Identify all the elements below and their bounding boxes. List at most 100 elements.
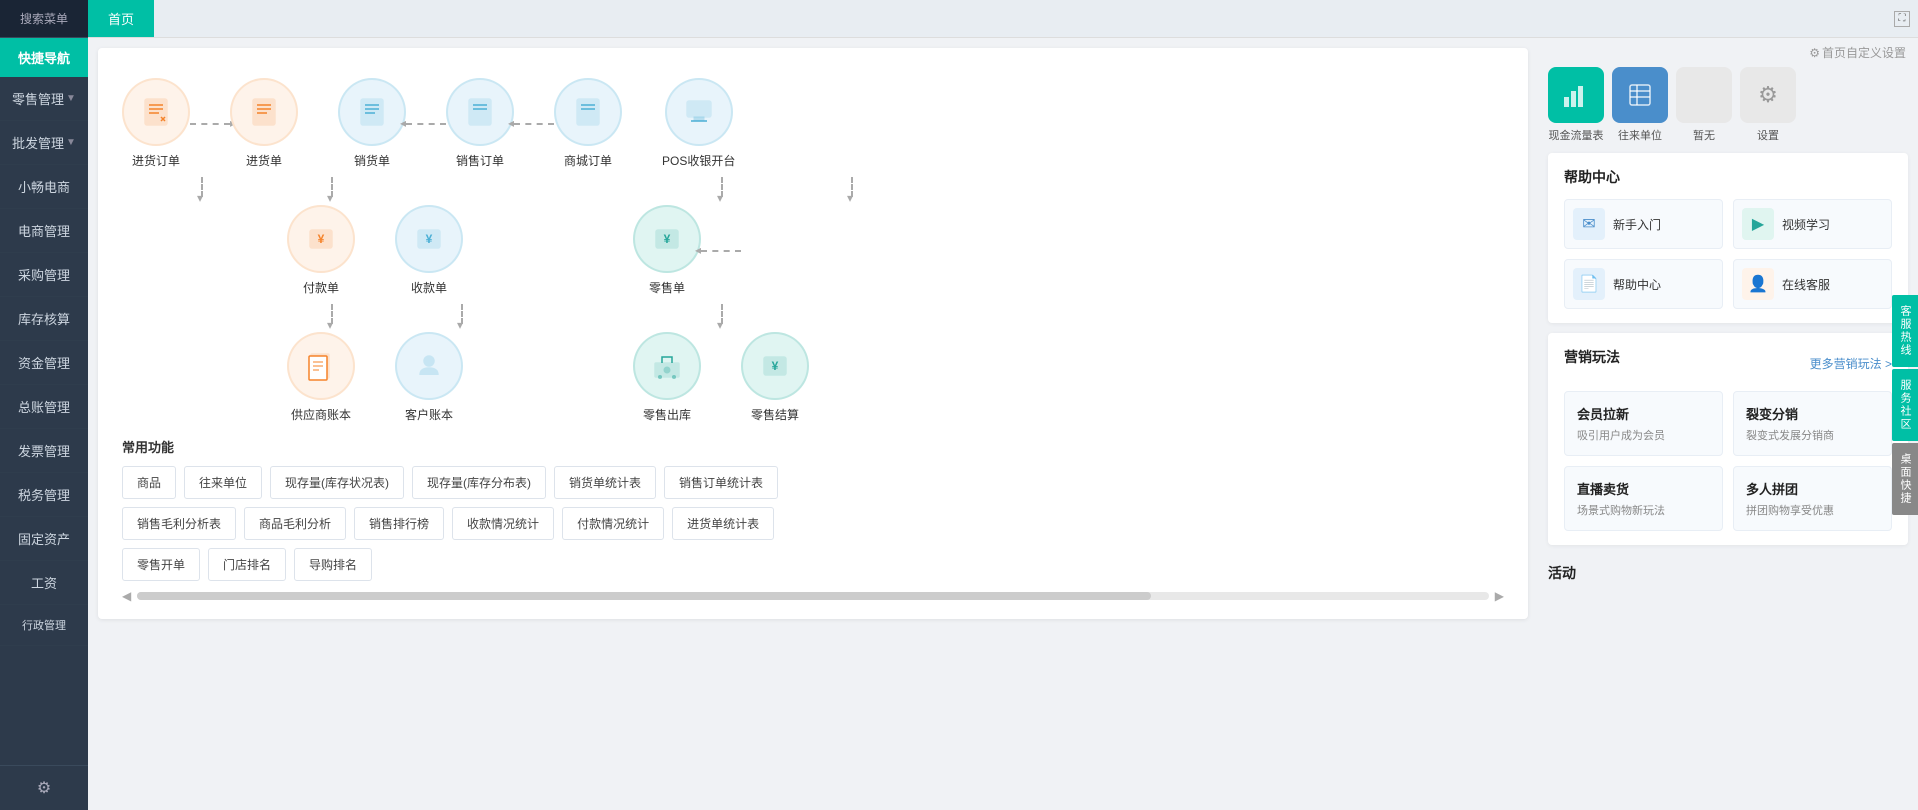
float-btn-service[interactable]: 客服热线 bbox=[1892, 295, 1918, 367]
sidebar-item-inventory[interactable]: 库存核算 bbox=[0, 297, 88, 341]
more-marketing-link[interactable]: 更多营销玩法 > bbox=[1810, 355, 1892, 372]
arrow-down-1 bbox=[201, 177, 203, 197]
func-btn-stock-status[interactable]: 现存量(库存状况表) bbox=[270, 466, 404, 499]
func-btn-retail-order[interactable]: 零售开单 bbox=[122, 548, 200, 581]
node-retail-out[interactable]: 零售出库 bbox=[633, 332, 701, 423]
restore-button[interactable]: ⛶ bbox=[1894, 11, 1910, 27]
common-functions: 常用功能 商品 往来单位 现存量(库存状况表) 现存量(库存分布表) 销货单统计… bbox=[122, 437, 1504, 581]
sidebar-nav-header: 快捷导航 bbox=[0, 38, 88, 77]
scroll-track[interactable] bbox=[137, 592, 1489, 600]
node-receipt[interactable]: ¥ 收款单 bbox=[395, 205, 463, 296]
sidebar: 搜索菜单 快捷导航 零售管理 ▼ 批发管理 ▼ 小畅电商 电商管理 采购管理 库… bbox=[0, 0, 88, 810]
home-settings-bar[interactable]: ⚙ 首页自定义设置 bbox=[1548, 38, 1908, 67]
marketing-item-group[interactable]: 多人拼团 拼团购物享受优惠 bbox=[1733, 466, 1892, 531]
scroll-right-arrow[interactable]: ▶ bbox=[1495, 589, 1504, 603]
quick-icon-cashflow[interactable]: 现金流量表 bbox=[1548, 67, 1604, 143]
sidebar-item-purchase[interactable]: 采购管理 bbox=[0, 253, 88, 297]
node-retail-bill[interactable]: ¥ 零售单 bbox=[633, 205, 701, 296]
scroll-thumb bbox=[137, 592, 1151, 600]
activity-section: 活动 bbox=[1548, 555, 1908, 587]
arrow-down-2 bbox=[331, 177, 333, 197]
arrow-1 bbox=[190, 123, 230, 125]
settings-icon[interactable]: ⚙ bbox=[0, 765, 88, 810]
arrow-down-pos bbox=[851, 177, 853, 197]
marketing-item-member[interactable]: 会员拉新 吸引用户成为会员 bbox=[1564, 391, 1723, 456]
arrow-down-4 bbox=[331, 304, 333, 324]
sidebar-item-admin[interactable]: 行政管理 bbox=[0, 605, 88, 646]
svg-text:¥: ¥ bbox=[426, 232, 433, 246]
function-buttons-row3: 零售开单 门店排名 导购排名 bbox=[122, 548, 1504, 581]
func-btn-sales-stat[interactable]: 销货单统计表 bbox=[554, 466, 656, 499]
node-purchase-bill[interactable]: 进货单 bbox=[230, 78, 298, 169]
node-customer-book[interactable]: 客户账本 bbox=[395, 332, 463, 423]
scroll-bar: ◀ ▶ bbox=[122, 589, 1504, 603]
flow-diagram: 进货订单 bbox=[122, 68, 1504, 433]
svg-text:¥: ¥ bbox=[664, 232, 671, 246]
func-btn-sales-profit[interactable]: 销售毛利分析表 bbox=[122, 507, 236, 540]
sidebar-item-finance[interactable]: 资金管理 bbox=[0, 341, 88, 385]
svg-text:¥: ¥ bbox=[772, 359, 779, 373]
func-btn-partners[interactable]: 往来单位 bbox=[184, 466, 262, 499]
quick-icon-none[interactable]: 暂无 bbox=[1676, 67, 1732, 143]
scroll-left-arrow[interactable]: ◀ bbox=[122, 589, 131, 603]
node-retail-settle[interactable]: ¥ 零售结算 bbox=[741, 332, 809, 423]
marketing-title: 营销玩法 bbox=[1564, 347, 1620, 367]
sidebar-item-fixed-assets[interactable]: 固定资产 bbox=[0, 517, 88, 561]
node-sales-order[interactable]: 销售订单 bbox=[446, 78, 514, 169]
float-btn-community[interactable]: 服务社区 bbox=[1892, 369, 1918, 441]
content-area: 进货订单 bbox=[88, 38, 1918, 810]
node-purchase-order[interactable]: 进货订单 bbox=[122, 78, 190, 169]
arrow-down-3 bbox=[721, 177, 723, 197]
func-btn-payment-stat[interactable]: 付款情况统计 bbox=[562, 507, 664, 540]
arrow-down-6 bbox=[721, 304, 723, 324]
help-video[interactable]: ▶ 视频学习 bbox=[1733, 199, 1892, 249]
float-btn-desktop[interactable]: 桌面快捷 bbox=[1892, 443, 1918, 515]
func-btn-guide-rank[interactable]: 导购排名 bbox=[294, 548, 372, 581]
sidebar-item-ecommerce-small[interactable]: 小畅电商 bbox=[0, 165, 88, 209]
tab-home[interactable]: 首页 bbox=[88, 0, 154, 37]
quick-icon-partners[interactable]: 往来单位 bbox=[1612, 67, 1668, 143]
func-btn-stock-dist[interactable]: 现存量(库存分布表) bbox=[412, 466, 546, 499]
sidebar-search[interactable]: 搜索菜单 bbox=[0, 0, 88, 38]
main-area: 首页 ⛶ bbox=[88, 0, 1918, 810]
func-btn-receipt-stat[interactable]: 收款情况统计 bbox=[452, 507, 554, 540]
func-btn-sales-order-stat[interactable]: 销售订单统计表 bbox=[664, 466, 778, 499]
left-panel: 进货订单 bbox=[88, 38, 1538, 810]
marketing-header: 营销玩法 更多营销玩法 > bbox=[1564, 347, 1892, 379]
node-payment[interactable]: ¥ 付款单 bbox=[287, 205, 355, 296]
sidebar-item-invoice[interactable]: 发票管理 bbox=[0, 429, 88, 473]
sidebar-item-tax[interactable]: 税务管理 bbox=[0, 473, 88, 517]
function-buttons-row2: 销售毛利分析表 商品毛利分析 销售排行榜 收款情况统计 付款情况统计 进货单统计… bbox=[122, 507, 1504, 540]
func-btn-purchase-stat[interactable]: 进货单统计表 bbox=[672, 507, 774, 540]
func-btn-store-rank[interactable]: 门店排名 bbox=[208, 548, 286, 581]
quick-icons: 现金流量表 往来单位 暂无 bbox=[1548, 67, 1908, 143]
func-btn-goods-profit[interactable]: 商品毛利分析 bbox=[244, 507, 346, 540]
node-pos[interactable]: POS收银开台 bbox=[662, 78, 735, 169]
help-center-link[interactable]: 📄 帮助中心 bbox=[1564, 259, 1723, 309]
arrow-2 bbox=[406, 123, 446, 125]
flow-card: 进货订单 bbox=[98, 48, 1528, 619]
arrow-3 bbox=[514, 123, 554, 125]
sidebar-item-ledger[interactable]: 总账管理 bbox=[0, 385, 88, 429]
quick-icon-settings[interactable]: ⚙ 设置 bbox=[1740, 67, 1796, 143]
sidebar-item-payroll[interactable]: 工资 bbox=[0, 561, 88, 605]
window-controls: ⛶ bbox=[1894, 11, 1918, 27]
floating-buttons: 客服热线 服务社区 桌面快捷 bbox=[1892, 295, 1918, 515]
marketing-card: 营销玩法 更多营销玩法 > 会员拉新 吸引用户成为会员 裂变分销 裂变式发展分销… bbox=[1548, 333, 1908, 545]
marketing-item-fission[interactable]: 裂变分销 裂变式发展分销商 bbox=[1733, 391, 1892, 456]
node-supplier-book[interactable]: 供应商账本 bbox=[287, 332, 355, 423]
help-grid: ✉ 新手入门 ▶ 视频学习 📄 帮助中心 👤 在线客服 bbox=[1564, 199, 1892, 309]
marketing-grid: 会员拉新 吸引用户成为会员 裂变分销 裂变式发展分销商 直播卖货 场景式购物新玩… bbox=[1564, 391, 1892, 531]
marketing-item-live[interactable]: 直播卖货 场景式购物新玩法 bbox=[1564, 466, 1723, 531]
func-btn-goods[interactable]: 商品 bbox=[122, 466, 176, 499]
right-panel: ⚙ 首页自定义设置 现金流量表 bbox=[1538, 38, 1918, 810]
node-sales-bill[interactable]: 销货单 bbox=[338, 78, 406, 169]
sidebar-item-wholesale[interactable]: 批发管理 ▼ bbox=[0, 121, 88, 165]
sidebar-item-retail[interactable]: 零售管理 ▼ bbox=[0, 77, 88, 121]
node-mall-order[interactable]: 商城订单 bbox=[554, 78, 622, 169]
help-online-service[interactable]: 👤 在线客服 bbox=[1733, 259, 1892, 309]
help-beginner[interactable]: ✉ 新手入门 bbox=[1564, 199, 1723, 249]
svg-text:¥: ¥ bbox=[318, 232, 325, 246]
func-btn-sales-rank[interactable]: 销售排行榜 bbox=[354, 507, 444, 540]
sidebar-item-ecommerce[interactable]: 电商管理 bbox=[0, 209, 88, 253]
